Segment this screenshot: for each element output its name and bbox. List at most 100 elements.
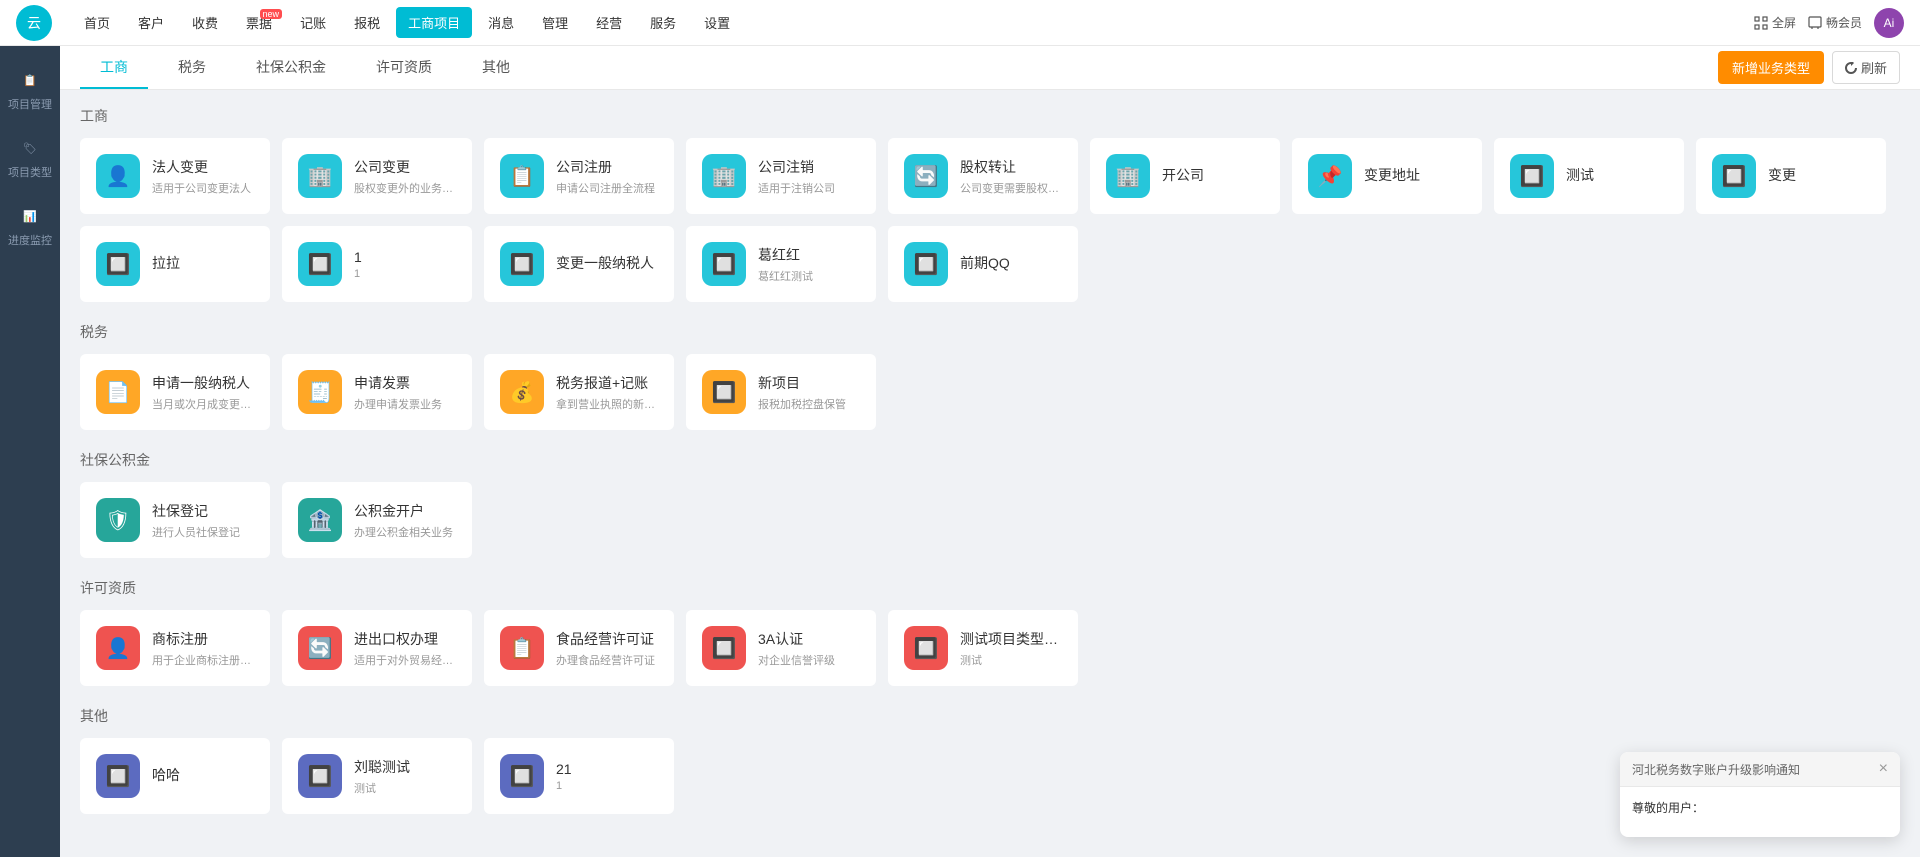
card-desc: 股权变更外的业务变更	[354, 180, 456, 196]
card-name: 刘聪测试	[354, 757, 456, 777]
card-info: 申请一般纳税人当月或次月成变更完成	[152, 373, 254, 412]
card-info: 法人变更适用于公司变更法人	[152, 157, 254, 196]
section-title: 社保公积金	[80, 450, 1900, 470]
card-icon: 🔄	[298, 626, 342, 670]
tab-其他[interactable]: 其他	[462, 47, 530, 89]
card-新项目[interactable]: 🔲 新项目报税加税控盘保管	[686, 354, 876, 430]
member-button[interactable]: 畅会员	[1808, 14, 1862, 31]
fullscreen-button[interactable]: 全屏	[1754, 14, 1796, 31]
nav-item-经营[interactable]: 经营	[584, 7, 634, 38]
card-测试[interactable]: 🔲测试	[1494, 138, 1684, 214]
card-info: 葛红红葛红红测试	[758, 245, 860, 284]
nav-item-管理[interactable]: 管理	[530, 7, 580, 38]
nav-item-设置[interactable]: 设置	[692, 7, 742, 38]
card-3A认证[interactable]: 🔲3A认证对企业信誉评级	[686, 610, 876, 686]
card-info: 社保登记进行人员社保登记	[152, 501, 254, 540]
nav-item-收费[interactable]: 收费	[180, 7, 230, 38]
tab-社保公积金[interactable]: 社保公积金	[236, 47, 346, 89]
card-icon: 🔲	[500, 754, 544, 798]
card-info: 3A认证对企业信誉评级	[758, 629, 860, 668]
card-info: 公积金开户办理公积金相关业务	[354, 501, 456, 540]
card-21[interactable]: 🔲211	[484, 738, 674, 814]
card-1[interactable]: 🔲11	[282, 226, 472, 302]
sidebar-item-项目管理[interactable]: 📋项目管理	[0, 56, 60, 124]
card-拉拉[interactable]: 🔲拉拉	[80, 226, 270, 302]
add-type-button[interactable]: 新增业务类型	[1718, 51, 1824, 84]
card-info: 公司注销适用于注销公司	[758, 157, 860, 196]
nav-right: 全屏 畅会员 Ai	[1754, 8, 1904, 38]
sidebar-item-项目类型[interactable]: 🏷 项目类型	[0, 124, 60, 192]
nav-item-客户[interactable]: 客户	[126, 7, 176, 38]
card-name: 公司注册	[556, 157, 658, 177]
content-area: 工商 👤法人变更适用于公司变更法人🏢公司变更股权变更外的业务变更📋公司注册申请公司…	[60, 90, 1920, 850]
nav-item-消息[interactable]: 消息	[476, 7, 526, 38]
sidebar-label: 项目类型	[8, 164, 52, 180]
card-desc: 对企业信誉评级	[758, 652, 860, 668]
card-税务报道+记账[interactable]: 💰税务报道+记账拿到营业执照的新公司	[484, 354, 674, 430]
card-变更地址[interactable]: 📌变更地址	[1292, 138, 1482, 214]
section-title: 工商	[80, 106, 1900, 126]
card-刘聪测试[interactable]: 🔲刘聪测试测试	[282, 738, 472, 814]
card-name: 拉拉	[152, 253, 254, 273]
card-社保登记[interactable]: 🛡社保登记进行人员社保登记	[80, 482, 270, 558]
card-开公司[interactable]: 🏢开公司	[1090, 138, 1280, 214]
card-icon: 🔲	[500, 242, 544, 286]
card-info: 公司变更股权变更外的业务变更	[354, 157, 456, 196]
card-name: 社保登记	[152, 501, 254, 521]
card-测试项目类型目定义[interactable]: 🔲测试项目类型目定义测试	[888, 610, 1078, 686]
nav-item-首页[interactable]: 首页	[72, 7, 122, 38]
refresh-icon	[1845, 62, 1857, 74]
card-icon: 🧾	[298, 370, 342, 414]
card-法人变更[interactable]: 👤法人变更适用于公司变更法人	[80, 138, 270, 214]
card-商标注册[interactable]: 👤商标注册用于企业商标注册服务	[80, 610, 270, 686]
card-icon: 🔲	[904, 242, 948, 286]
tab-许可资质[interactable]: 许可资质	[356, 47, 452, 89]
card-info: 公司注册申请公司注册全流程	[556, 157, 658, 196]
refresh-button[interactable]: 刷新	[1832, 51, 1900, 84]
card-申请发票[interactable]: 🧾申请发票办理申请发票业务	[282, 354, 472, 430]
card-公积金开户[interactable]: 🏦公积金开户办理公积金相关业务	[282, 482, 472, 558]
avatar[interactable]: Ai	[1874, 8, 1904, 38]
card-icon: 🔲	[904, 626, 948, 670]
nav-item-工商项目[interactable]: 工商项目	[396, 7, 472, 38]
card-公司变更[interactable]: 🏢公司变更股权变更外的业务变更	[282, 138, 472, 214]
nav-item-票据[interactable]: 票据new	[234, 7, 284, 38]
card-哈哈[interactable]: 🔲哈哈	[80, 738, 270, 814]
sidebar-item-进度监控[interactable]: 📊进度监控	[0, 192, 60, 260]
card-name: 申请发票	[354, 373, 456, 393]
tab-工商[interactable]: 工商	[80, 47, 148, 89]
card-desc: 适用于注销公司	[758, 180, 860, 196]
card-变更一般纳税人[interactable]: 🔲变更一般纳税人	[484, 226, 674, 302]
card-公司注销[interactable]: 🏢公司注销适用于注销公司	[686, 138, 876, 214]
card-食品经营许可证[interactable]: 📋食品经营许可证办理食品经营许可证	[484, 610, 674, 686]
sidebar: 📋项目管理 🏷 项目类型 📊进度监控	[0, 46, 60, 857]
card-info: 商标注册用于企业商标注册服务	[152, 629, 254, 668]
nav-item-报税[interactable]: 报税	[342, 7, 392, 38]
card-name: 哈哈	[152, 765, 254, 785]
card-name: 3A认证	[758, 629, 860, 649]
card-name: 21	[556, 761, 658, 777]
card-info: 刘聪测试测试	[354, 757, 456, 796]
sidebar-icon: 🏷	[18, 136, 42, 160]
card-股权转让[interactable]: 🔄股权转让公司变更需要股权转让	[888, 138, 1078, 214]
close-icon[interactable]: ×	[1879, 760, 1888, 778]
section-title: 其他	[80, 706, 1900, 726]
nav-item-服务[interactable]: 服务	[638, 7, 688, 38]
card-desc: 进行人员社保登记	[152, 524, 254, 540]
card-icon: 🔲	[702, 370, 746, 414]
card-葛红红[interactable]: 🔲葛红红葛红红测试	[686, 226, 876, 302]
nav-item-记账[interactable]: 记账	[288, 7, 338, 38]
card-申请一般纳税人[interactable]: 📄申请一般纳税人当月或次月成变更完成	[80, 354, 270, 430]
tab-bar: 工商税务社保公积金许可资质其他 新增业务类型 刷新	[60, 46, 1920, 90]
card-进出口权办理[interactable]: 🔄进出口权办理适用于对外贸易经营者	[282, 610, 472, 686]
tab-税务[interactable]: 税务	[158, 47, 226, 89]
logo-icon: 云	[16, 5, 52, 41]
card-info: 股权转让公司变更需要股权转让	[960, 157, 1062, 196]
cards-grid: 👤商标注册用于企业商标注册服务🔄进出口权办理适用于对外贸易经营者📋食品经营许可证…	[80, 610, 1900, 686]
card-公司注册[interactable]: 📋公司注册申请公司注册全流程	[484, 138, 674, 214]
card-desc: 测试	[960, 652, 1062, 668]
card-desc: 办理公积金相关业务	[354, 524, 456, 540]
card-前期QQ[interactable]: 🔲前期QQ	[888, 226, 1078, 302]
card-变更[interactable]: 🔲变更	[1696, 138, 1886, 214]
card-info: 新项目报税加税控盘保管	[758, 373, 860, 412]
